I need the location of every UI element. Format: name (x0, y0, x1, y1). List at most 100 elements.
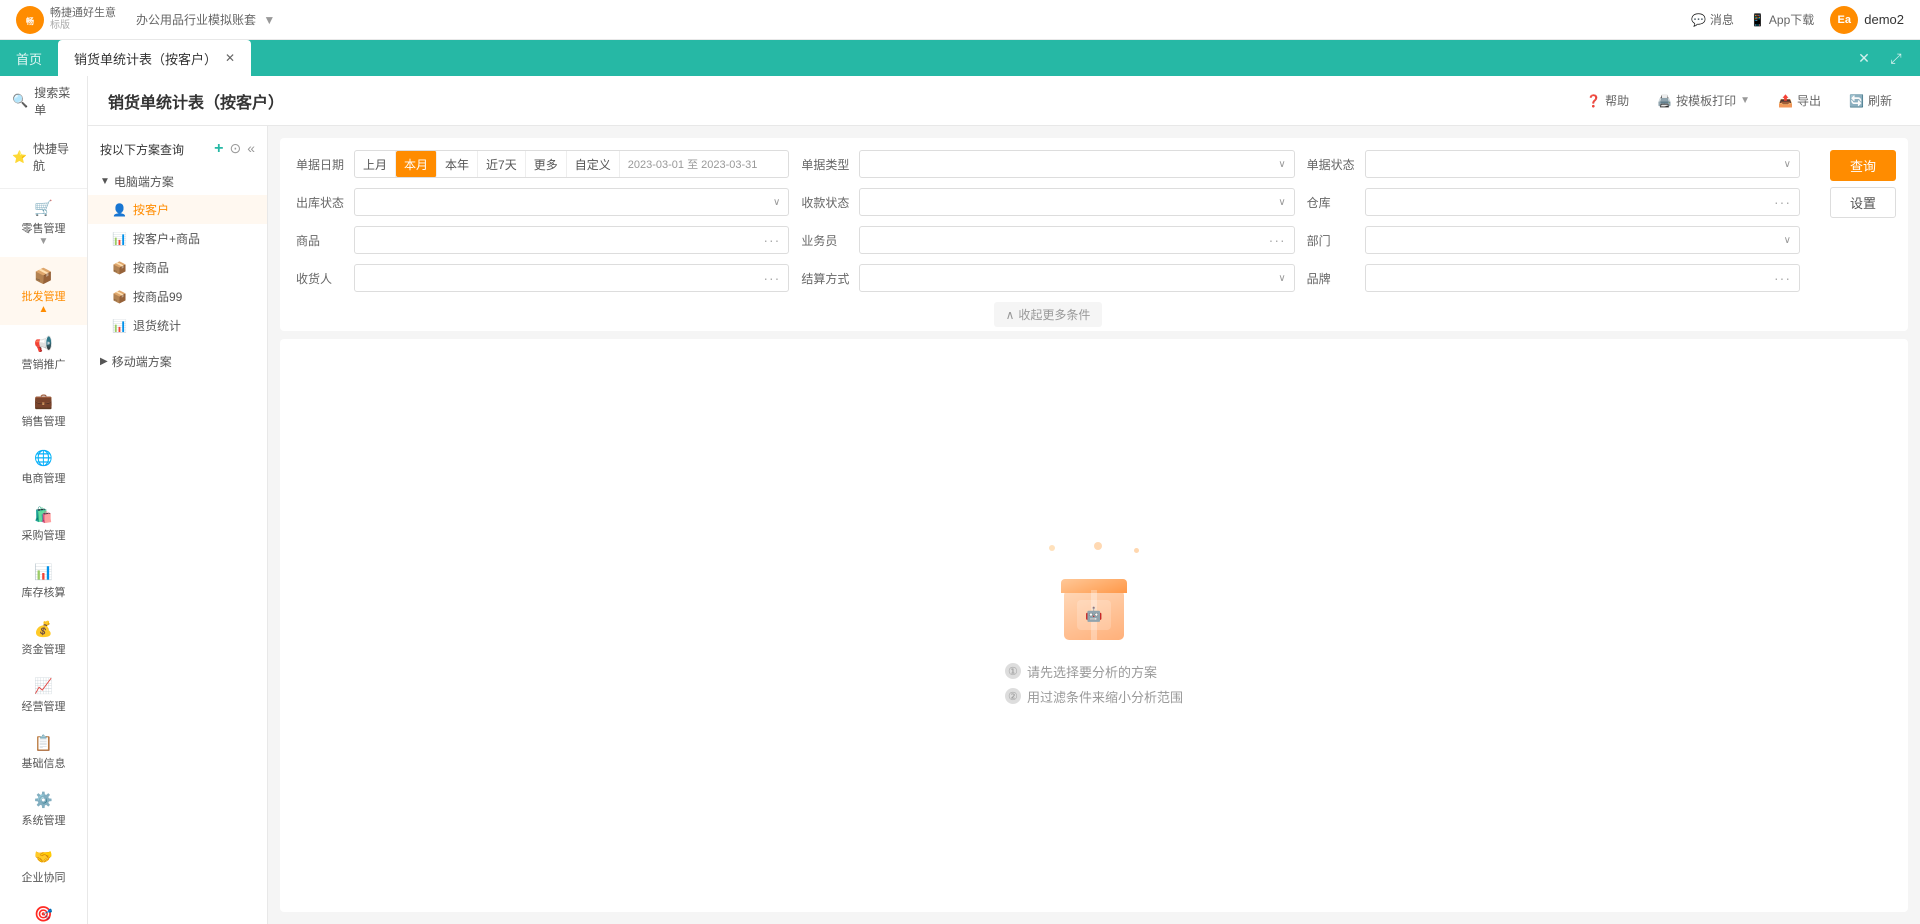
sidebar-item-system[interactable]: ⚙️ 系统管理 (0, 781, 87, 838)
sidebar-item-basic-info[interactable]: 📋 基础信息 (0, 724, 87, 781)
scheme-group-mobile-header[interactable]: ▶ 移动端方案 (88, 348, 267, 375)
sidebar-item-enterprise[interactable]: 🤝 企业协同 (0, 838, 87, 895)
warehouse-control[interactable]: ··· (1365, 188, 1800, 216)
out-status-control[interactable]: ∨ (354, 188, 789, 216)
empty-hint-2: ② 用过滤条件来缩小分析范围 (1005, 687, 1183, 706)
refresh-icon: 🔄 (1849, 94, 1864, 108)
settings-button[interactable]: 设置 (1830, 187, 1896, 218)
header-right: 💬 消息 📱 App下载 Ea demo2 (1691, 6, 1904, 34)
tab-home[interactable]: 首页 (0, 40, 58, 76)
date-btn-more[interactable]: 更多 (526, 151, 567, 177)
goods-label: 商品 (296, 232, 346, 249)
print-arrow: ▼ (1740, 95, 1750, 106)
logo-text: 畅捷通好生意 标版 (50, 7, 116, 32)
receiver-control[interactable]: ··· (354, 264, 789, 292)
scheme-item-by-customer[interactable]: 👤 按客户 (88, 195, 267, 224)
hint-num-1: ① (1005, 663, 1021, 679)
payment-arrow: ∨ (1278, 273, 1285, 284)
date-btn-7days[interactable]: 近7天 (478, 151, 526, 177)
scheme-item-by-goods[interactable]: 📦 按商品 (88, 253, 267, 282)
export-button[interactable]: 📤 导出 (1770, 88, 1829, 113)
sidebar-item-newbie[interactable]: 🎯 新手引导 (0, 895, 87, 924)
procurement-icon: 🛍️ (34, 506, 53, 524)
print-button[interactable]: 🖨️ 按模板打印 ▼ (1649, 88, 1758, 113)
warehouse-field: 仓库 ··· (1307, 188, 1800, 216)
brand-control[interactable]: ··· (1365, 264, 1800, 292)
date-btn-last-month[interactable]: 上月 (355, 151, 396, 177)
sidebar-item-sales[interactable]: 💼 销售管理 (0, 382, 87, 439)
empty-hint-1: ① 请先选择要分析的方案 (1005, 662, 1183, 681)
date-label: 单据日期 (296, 156, 346, 173)
return-stats-icon: 📊 (112, 319, 127, 333)
tab-close-icon[interactable]: ✕ (225, 51, 235, 65)
sidebar-item-inventory[interactable]: 📊 库存核算 (0, 553, 87, 610)
tab-expand-btn[interactable]: ⤢ (1884, 46, 1908, 70)
sidebar-item-wholesale[interactable]: 📦 批发管理 ▲ (0, 257, 87, 325)
main-layout: 🔍 搜索菜单 ⭐ 快捷导航 🛒 零售管理 ▼ 📦 批发管理 ▲ 📢 营销推广 💼… (0, 76, 1920, 924)
sidebar-item-procurement[interactable]: 🛍️ 采购管理 (0, 496, 87, 553)
logo-icon: 畅 (16, 6, 44, 34)
date-btn-this-year[interactable]: 本年 (437, 151, 478, 177)
tab-close-btn[interactable]: ✕ (1852, 46, 1876, 70)
dept-control[interactable]: ∨ (1365, 226, 1800, 254)
collapse-button[interactable]: ∧ 收起更多条件 (994, 302, 1103, 327)
scheme-group-mobile: ▶ 移动端方案 (88, 344, 267, 379)
salesperson-control[interactable]: ··· (859, 226, 1294, 254)
filter-area: 单据日期 上月 本月 本年 近7天 更多 自定义 2023-03-01 至 20… (280, 138, 1908, 331)
date-btn-this-month[interactable]: 本月 (396, 151, 437, 177)
warehouse-label: 仓库 (1307, 194, 1357, 211)
scheme-group-desktop-header[interactable]: ▼ 电脑端方案 (88, 168, 267, 195)
doc-type-label: 单据类型 (801, 156, 851, 173)
scheme-settings-button[interactable]: ⊙ (229, 140, 241, 158)
doc-status-field: 单据状态 ∨ (1307, 150, 1800, 178)
dept-arrow: ∨ (1784, 235, 1791, 246)
quick-nav-section: ⭐ 快捷导航 (0, 126, 87, 189)
sidebar-item-ecommerce[interactable]: 🌐 电商管理 (0, 439, 87, 496)
app-title[interactable]: 办公用品行业模拟账套 ▼ (136, 11, 275, 28)
help-button[interactable]: ❓ 帮助 (1578, 88, 1637, 113)
pay-status-control[interactable]: ∨ (859, 188, 1294, 216)
doc-type-control[interactable]: ∨ (859, 150, 1294, 178)
scheme-item-by-goods99[interactable]: 📦 按商品99 (88, 282, 267, 311)
sidebar-item-finance[interactable]: 💰 资金管理 (0, 610, 87, 667)
goods-control[interactable]: ··· (354, 226, 789, 254)
doc-status-control[interactable]: ∨ (1365, 150, 1800, 178)
sidebar-item-operations[interactable]: 📈 经营管理 (0, 667, 87, 724)
sidebar-item-marketing[interactable]: 📢 营销推广 (0, 325, 87, 382)
date-range-text: 2023-03-01 至 2023-03-31 (620, 156, 789, 172)
quick-nav-item[interactable]: ⭐ 快捷导航 (0, 132, 87, 182)
operations-icon: 📈 (34, 677, 53, 695)
mobile-group-name: 移动端方案 (112, 353, 255, 370)
star-3 (1134, 548, 1139, 553)
scheme-add-button[interactable]: + (214, 140, 223, 158)
star-2 (1094, 542, 1102, 550)
user-name: demo2 (1864, 12, 1904, 27)
customer-scheme-icon: 👤 (112, 203, 127, 217)
filter-action-buttons: 查询 设置 (1830, 150, 1896, 218)
message-button[interactable]: 💬 消息 (1691, 11, 1734, 28)
app-download-button[interactable]: 📱 App下载 (1750, 11, 1814, 28)
query-button[interactable]: 查询 (1830, 150, 1896, 181)
page-header: 销货单统计表（按客户） ❓ 帮助 🖨️ 按模板打印 ▼ 📤 导出 🔄 刷新 (88, 76, 1920, 126)
sidebar-item-retail[interactable]: 🛒 零售管理 ▼ (0, 189, 87, 257)
out-status-arrow: ∨ (773, 197, 780, 208)
page-actions: ❓ 帮助 🖨️ 按模板打印 ▼ 📤 导出 🔄 刷新 (1578, 88, 1900, 125)
scheme-item-by-customer-goods[interactable]: 📊 按客户+商品 (88, 224, 267, 253)
sidebar-search[interactable]: 🔍 搜索菜单 (0, 76, 87, 126)
scheme-item-return-stats[interactable]: 📊 退货统计 (88, 311, 267, 340)
refresh-button[interactable]: 🔄 刷新 (1841, 88, 1900, 113)
message-icon: 💬 (1691, 13, 1706, 27)
scheme-collapse-button[interactable]: « (247, 140, 255, 158)
user-area[interactable]: Ea demo2 (1830, 6, 1904, 34)
mobile-group-arrow-icon: ▶ (100, 356, 108, 367)
tab-sales-stats[interactable]: 销货单统计表（按客户） ✕ (58, 40, 251, 76)
receiver-label: 收货人 (296, 270, 346, 287)
scheme-panel-title: 按以下方案查询 (100, 141, 184, 158)
date-btn-custom[interactable]: 自定义 (567, 151, 620, 177)
star-icon: ⭐ (12, 150, 27, 164)
payment-control[interactable]: ∨ (859, 264, 1294, 292)
wholesale-icon: 📦 (34, 267, 53, 285)
warehouse-dots: ··· (1774, 194, 1791, 210)
collapse-row: ∧ 收起更多条件 (296, 302, 1800, 327)
goods-scheme-icon: 📦 (112, 261, 127, 275)
